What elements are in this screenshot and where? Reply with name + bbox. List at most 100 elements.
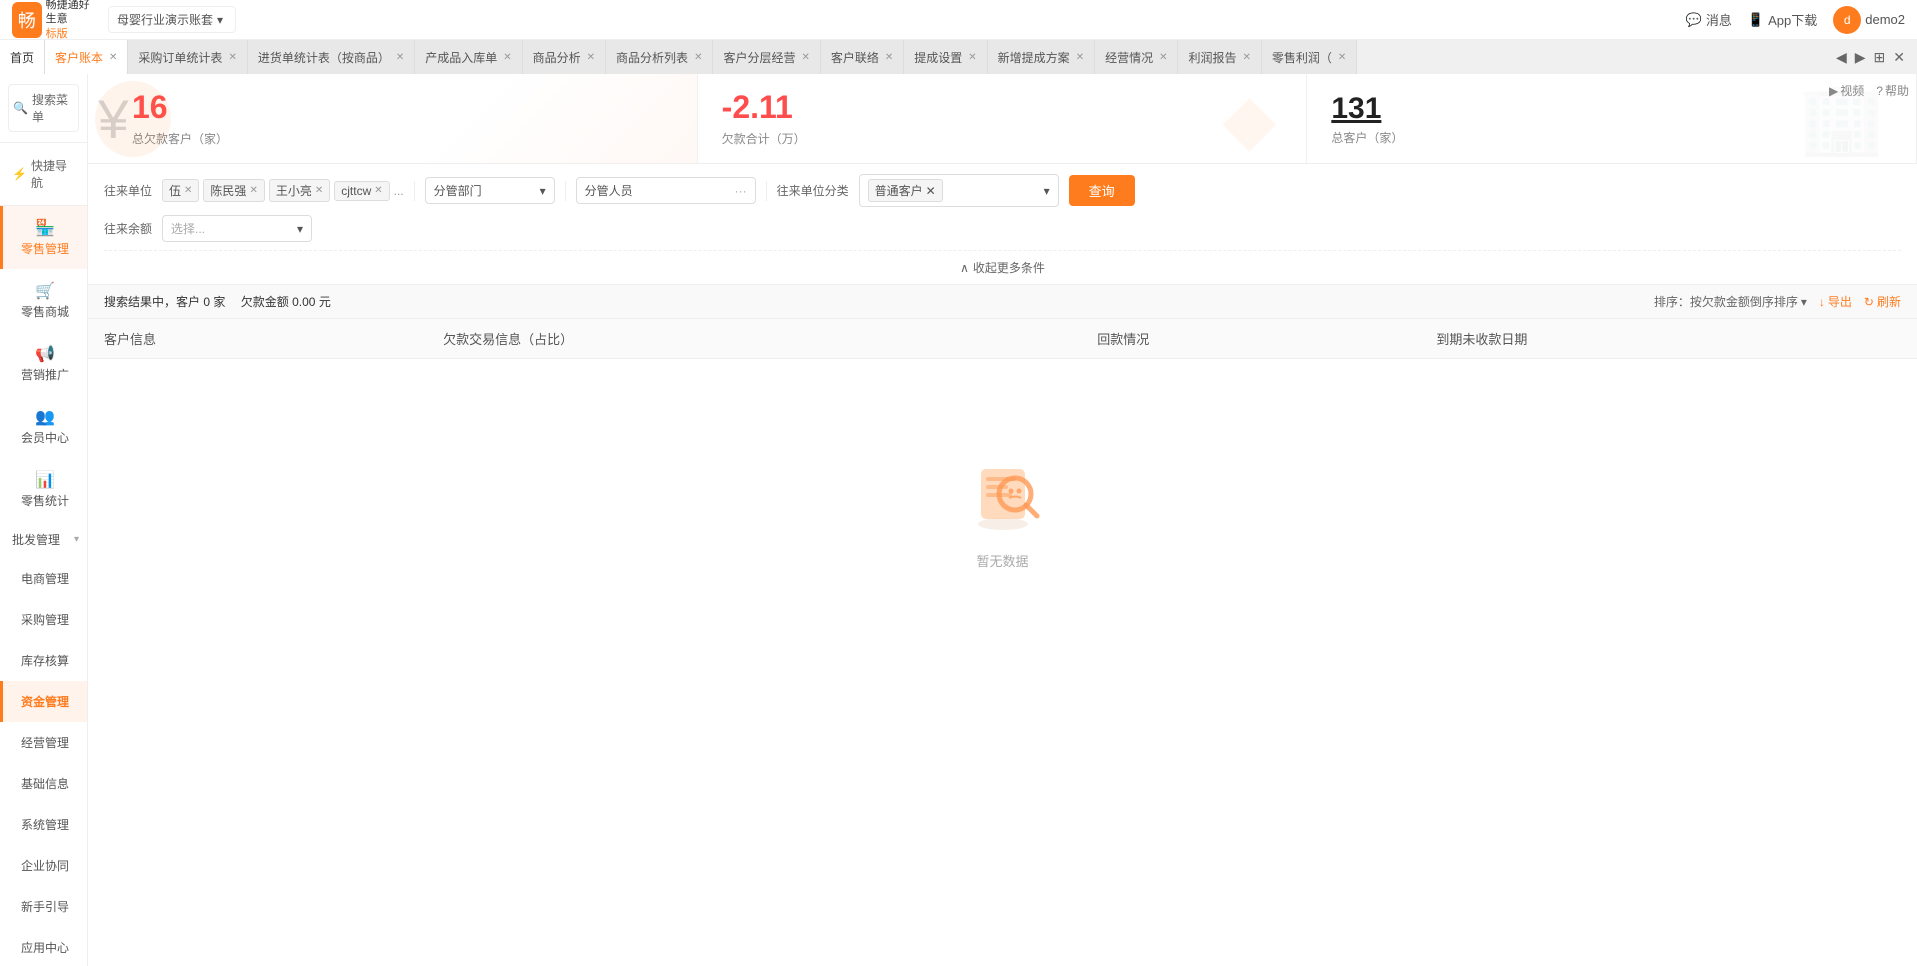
category-filter[interactable]: 普通客户 ✕ ▾ bbox=[859, 174, 1059, 207]
remove-tag-wu[interactable]: ✕ bbox=[184, 185, 192, 196]
no-data-illustration bbox=[953, 439, 1053, 539]
tab-product-analysis[interactable]: 商品分析 ✕ bbox=[523, 40, 606, 74]
stat-bg-diamond: ◆ bbox=[1223, 78, 1277, 160]
sidebar-item-ecommerce-mgmt[interactable]: 电商管理 bbox=[0, 558, 87, 599]
close-icon[interactable]: ✕ bbox=[503, 52, 511, 63]
tab-customer-contact[interactable]: 客户联络 ✕ bbox=[821, 40, 904, 74]
balance-filter-label: 往来余额 bbox=[104, 220, 152, 237]
stat-info-3: 131 总客户（家） bbox=[1331, 92, 1403, 146]
tab-expand-button[interactable]: ⊞ bbox=[1870, 49, 1890, 66]
balance-filter[interactable]: 选择... ▾ bbox=[162, 215, 312, 242]
tab-customer-account[interactable]: 客户账本 ✕ bbox=[45, 40, 128, 74]
stat-card-debt-customers: ¥ 16 总欠款客户（家） bbox=[88, 74, 698, 163]
close-icon[interactable]: ✕ bbox=[1076, 52, 1084, 63]
remove-tag-cjttcw[interactable]: ✕ bbox=[374, 185, 382, 196]
sidebar-item-marketing[interactable]: 📢 营销推广 bbox=[0, 332, 87, 395]
tab-business-situation[interactable]: 经营情况 ✕ bbox=[1095, 40, 1178, 74]
debt-amount-label: 欠款合计（万） bbox=[722, 130, 806, 147]
refresh-icon: ↻ bbox=[1864, 295, 1874, 309]
sidebar-item-operation-mgmt[interactable]: 经营管理 bbox=[0, 722, 87, 763]
sidebar-item-finance-mgmt[interactable]: 资金管理 bbox=[0, 681, 87, 722]
logo-icon: 畅 bbox=[12, 2, 42, 38]
remove-tag-chenminqiang[interactable]: ✕ bbox=[249, 185, 257, 196]
chevron-down-icon: ▾ bbox=[217, 13, 223, 27]
filter-tag-chenminqiang[interactable]: 陈民强 ✕ bbox=[203, 179, 264, 202]
sidebar-item-newbie-guide[interactable]: 新手引导 bbox=[0, 886, 87, 927]
close-icon[interactable]: ✕ bbox=[1159, 52, 1167, 63]
sidebar-item-retail-mall[interactable]: 🛒 零售商城 bbox=[0, 269, 87, 332]
workspace-selector[interactable]: 母婴行业演示账套 ▾ bbox=[108, 6, 236, 33]
close-icon[interactable]: ✕ bbox=[396, 52, 404, 63]
close-icon[interactable]: ✕ bbox=[801, 52, 809, 63]
col-overdue-date: 到期未收款日期 bbox=[1420, 319, 1917, 359]
remove-tag-wangxiaoliang[interactable]: ✕ bbox=[315, 185, 323, 196]
help-button[interactable]: ? 帮助 bbox=[1876, 82, 1909, 99]
export-button[interactable]: ↓ 导出 bbox=[1819, 293, 1852, 310]
sidebar-quick-nav: ⚡ 快捷导航 bbox=[0, 143, 87, 206]
chevron-right-icon: ▾ bbox=[74, 534, 79, 545]
messages-button[interactable]: 💬 消息 bbox=[1686, 10, 1732, 29]
total-customers-number[interactable]: 131 bbox=[1331, 92, 1403, 125]
close-icon[interactable]: ✕ bbox=[587, 52, 595, 63]
retail-mall-icon: 🛒 bbox=[35, 281, 55, 301]
tab-close-all-button[interactable]: ✕ bbox=[1889, 49, 1909, 66]
col-debt-info: 欠款交易信息（占比） bbox=[427, 319, 1081, 359]
remove-category-tag[interactable]: ✕ bbox=[926, 184, 936, 198]
data-table: 客户信息 欠款交易信息（占比） 回款情况 到期未收款日期 bbox=[88, 319, 1917, 359]
close-icon[interactable]: ✕ bbox=[694, 52, 702, 63]
close-icon[interactable]: ✕ bbox=[228, 52, 236, 63]
filter-row-1: 往来单位 伍 ✕ 陈民强 ✕ 王小亮 ✕ bbox=[104, 174, 1901, 207]
tab-prev-button[interactable]: ◀ bbox=[1832, 49, 1851, 66]
app-download-button[interactable]: 📱 App下载 bbox=[1748, 10, 1817, 29]
close-icon[interactable]: ✕ bbox=[968, 52, 976, 63]
close-icon[interactable]: ✕ bbox=[1243, 52, 1251, 63]
filter-more-tags[interactable]: ... bbox=[394, 184, 404, 198]
collapse-button[interactable]: ∧ 收起更多条件 bbox=[960, 255, 1045, 280]
filter-tag-wu[interactable]: 伍 ✕ bbox=[162, 179, 199, 202]
debt-amount-number: -2.11 bbox=[722, 90, 806, 125]
filter-tag-cjttcw[interactable]: cjttcw ✕ bbox=[334, 181, 389, 201]
tab-product-analysis-list[interactable]: 商品分析列表 ✕ bbox=[606, 40, 713, 74]
tab-purchase-stats-by-product[interactable]: 进货单统计表（按商品） ✕ bbox=[248, 40, 415, 74]
sidebar-item-purchase-mgmt[interactable]: 采购管理 bbox=[0, 599, 87, 640]
sidebar-item-inventory-check[interactable]: 库存核算 bbox=[0, 640, 87, 681]
search-menu-button[interactable]: 🔍 搜索菜单 bbox=[8, 84, 79, 132]
dept-filter[interactable]: 分管部门 ▾ bbox=[425, 177, 555, 204]
tab-purchase-order-stats[interactable]: 采购订单统计表 ✕ bbox=[128, 40, 247, 74]
video-button[interactable]: ▶ 视频 bbox=[1829, 82, 1864, 99]
close-icon[interactable]: ✕ bbox=[109, 52, 117, 63]
category-tag-normal[interactable]: 普通客户 ✕ bbox=[868, 179, 943, 202]
close-icon[interactable]: ✕ bbox=[1338, 52, 1346, 63]
sidebar-item-app-center[interactable]: 应用中心 bbox=[0, 927, 87, 966]
sidebar-item-retail-mgmt[interactable]: 🏪 零售管理 bbox=[0, 206, 87, 269]
quick-nav-button[interactable]: ⚡ 快捷导航 bbox=[8, 151, 79, 197]
sidebar-item-member-center[interactable]: 👥 会员中心 bbox=[0, 395, 87, 458]
sidebar-item-basic-info[interactable]: 基础信息 bbox=[0, 763, 87, 804]
user-menu[interactable]: d demo2 bbox=[1833, 6, 1905, 34]
tab-new-promotion-plan[interactable]: 新增提成方案 ✕ bbox=[988, 40, 1095, 74]
sort-button[interactable]: 排序：按欠款金额倒序排序 ▾ bbox=[1654, 293, 1807, 310]
refresh-button[interactable]: ↻ 刷新 bbox=[1864, 293, 1901, 310]
table-header: 客户信息 欠款交易信息（占比） 回款情况 到期未收款日期 bbox=[88, 319, 1917, 359]
filter-tag-wangxiaoliang[interactable]: 王小亮 ✕ bbox=[269, 179, 330, 202]
person-filter[interactable]: 分管人员 ··· bbox=[576, 177, 756, 204]
tab-promotion-settings[interactable]: 提成设置 ✕ bbox=[904, 40, 987, 74]
sidebar-item-system-mgmt[interactable]: 系统管理 bbox=[0, 804, 87, 845]
tab-retail-profit[interactable]: 零售利润（ ✕ bbox=[1262, 40, 1357, 74]
top-nav-right: 💬 消息 📱 App下载 d demo2 bbox=[1686, 6, 1905, 34]
category-filter-label: 往来单位分类 bbox=[777, 182, 849, 199]
close-icon[interactable]: ✕ bbox=[885, 52, 893, 63]
sidebar-item-retail-stats[interactable]: 📊 零售统计 bbox=[0, 458, 87, 521]
filter-divider-3 bbox=[766, 181, 767, 201]
message-icon: 💬 bbox=[1686, 12, 1702, 28]
stat-icon-money: ¥ bbox=[98, 87, 129, 151]
tab-product-into-warehouse[interactable]: 产成品入库单 ✕ bbox=[415, 40, 522, 74]
tab-home[interactable]: 首页 bbox=[0, 40, 45, 74]
tab-next-button[interactable]: ▶ bbox=[1851, 49, 1870, 66]
sidebar-item-enterprise-coop[interactable]: 企业协同 bbox=[0, 845, 87, 886]
sidebar-item-wholesale-mgmt[interactable]: 批发管理 ▾ bbox=[0, 521, 87, 558]
query-button[interactable]: 查询 bbox=[1069, 175, 1135, 206]
col-customer-info: 客户信息 bbox=[88, 319, 427, 359]
tab-profit-report[interactable]: 利润报告 ✕ bbox=[1178, 40, 1261, 74]
tab-customer-segment[interactable]: 客户分层经营 ✕ bbox=[713, 40, 820, 74]
